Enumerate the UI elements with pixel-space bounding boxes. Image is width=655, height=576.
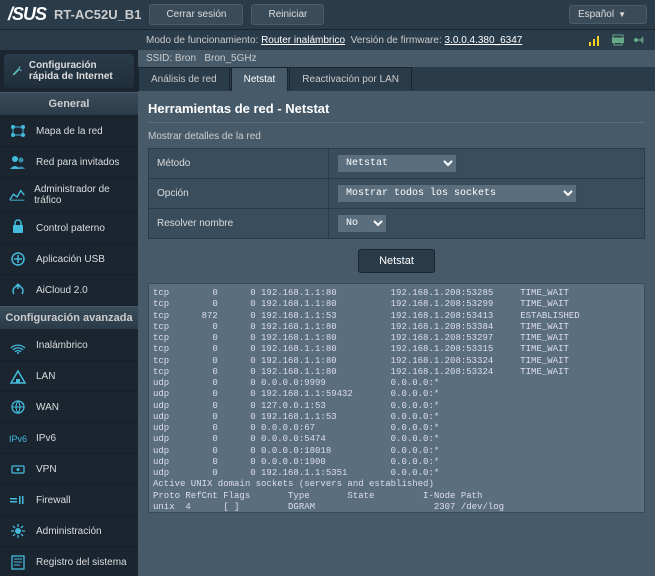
menu-label: Registro del sistema [36,557,127,568]
resolve-select[interactable]: No [337,214,387,233]
menu-icon [8,460,28,478]
quick-setup-button[interactable]: Configuración rápida de Internet [4,54,134,88]
menu-label: Aplicación USB [36,254,105,265]
menu-g-0[interactable]: Mapa de la red [0,116,138,147]
logout-button[interactable]: Cerrar sesión [149,4,243,25]
menu-a-1[interactable]: LAN [0,361,138,392]
menu-label: AiCloud 2.0 [36,285,88,296]
menu-icon [8,281,28,299]
menu-label: Red para invitados [36,157,119,168]
tab-0[interactable]: Análisis de red [138,67,230,91]
menu-label: IPv6 [36,433,56,444]
menu-a-5[interactable]: Firewall [0,485,138,516]
ssid-label: SSID: [146,53,172,64]
model-name: RT-AC52U_B1 [54,7,141,22]
menu-icon [8,491,28,509]
tab-1[interactable]: Netstat [231,67,289,91]
reception-icon [589,34,603,46]
page-title: Herramientas de red - Netstat [148,101,645,123]
menu-a-2[interactable]: WAN [0,392,138,423]
menu-g-3[interactable]: Control paterno [0,213,138,244]
menu-icon [8,522,28,540]
menu-g-1[interactable]: Red para invitados [0,147,138,178]
menu-label: Inalámbrico [36,340,88,351]
menu-g-5[interactable]: AiCloud 2.0 [0,275,138,306]
menu-icon [8,219,28,237]
menu-label: LAN [36,371,55,382]
menu-a-6[interactable]: Administración [0,516,138,547]
menu-icon [8,553,28,571]
menu-icon [8,250,28,268]
menu-a-3[interactable]: IPv6 IPv6 [0,423,138,454]
brand-logo: /SUS [8,4,46,25]
netstat-button[interactable]: Netstat [358,249,435,273]
menu-icon [8,153,28,171]
menu-label: VPN [36,464,57,475]
menu-label: Mapa de la red [36,126,103,137]
menu-icon: IPv6 [8,429,28,447]
ssid-2[interactable]: Bron_5GHz [204,53,256,64]
method-select[interactable]: Netstat [337,154,457,173]
ssid-1[interactable]: Bron [175,53,196,64]
language-selector[interactable]: Español ▼ [569,5,647,24]
mode-label: Modo de funcionamiento: [146,35,258,46]
resolve-label: Resolver nombre [149,209,329,239]
option-label: Opción [149,179,329,209]
menu-icon [8,398,28,416]
menu-label: Administración [36,526,102,537]
wand-icon [10,62,23,80]
menu-a-4[interactable]: VPN [0,454,138,485]
menu-label: Control paterno [36,223,105,234]
tab-2[interactable]: Reactivación por LAN [289,67,412,91]
page-subtitle: Mostrar detalles de la red [148,131,645,142]
quick-setup-label: Configuración rápida de Internet [29,60,128,82]
fw-label: Versión de firmware: [351,35,442,46]
svg-text:IPv6: IPv6 [9,434,27,444]
mode-value-link[interactable]: Router inalámbrico [261,35,345,46]
printer-icon [611,34,625,46]
chevron-down-icon: ▼ [618,10,626,19]
menu-a-0[interactable]: Inalámbrico [0,330,138,361]
menu-icon [8,336,28,354]
menu-icon [8,122,28,140]
usb-icon [633,34,647,46]
menu-g-2[interactable]: Administrador de tráfico [0,178,138,213]
menu-icon [8,367,28,385]
method-label: Método [149,149,329,179]
section-general: General [0,92,138,116]
section-advanced: Configuración avanzada [0,306,138,330]
netstat-output[interactable]: tcp 0 0 192.168.1.1:80 192.168.1.208:532… [148,283,645,513]
menu-label: Administrador de tráfico [34,184,130,206]
fw-value-link[interactable]: 3.0.0.4.380_6347 [445,35,523,46]
menu-icon [8,186,26,204]
menu-label: Firewall [36,495,70,506]
reboot-button[interactable]: Reiniciar [251,4,324,25]
language-label: Español [578,9,614,20]
menu-g-4[interactable]: Aplicación USB [0,244,138,275]
menu-label: WAN [36,402,59,413]
menu-a-7[interactable]: Registro del sistema [0,547,138,576]
option-select[interactable]: Mostrar todos los sockets [337,184,577,203]
